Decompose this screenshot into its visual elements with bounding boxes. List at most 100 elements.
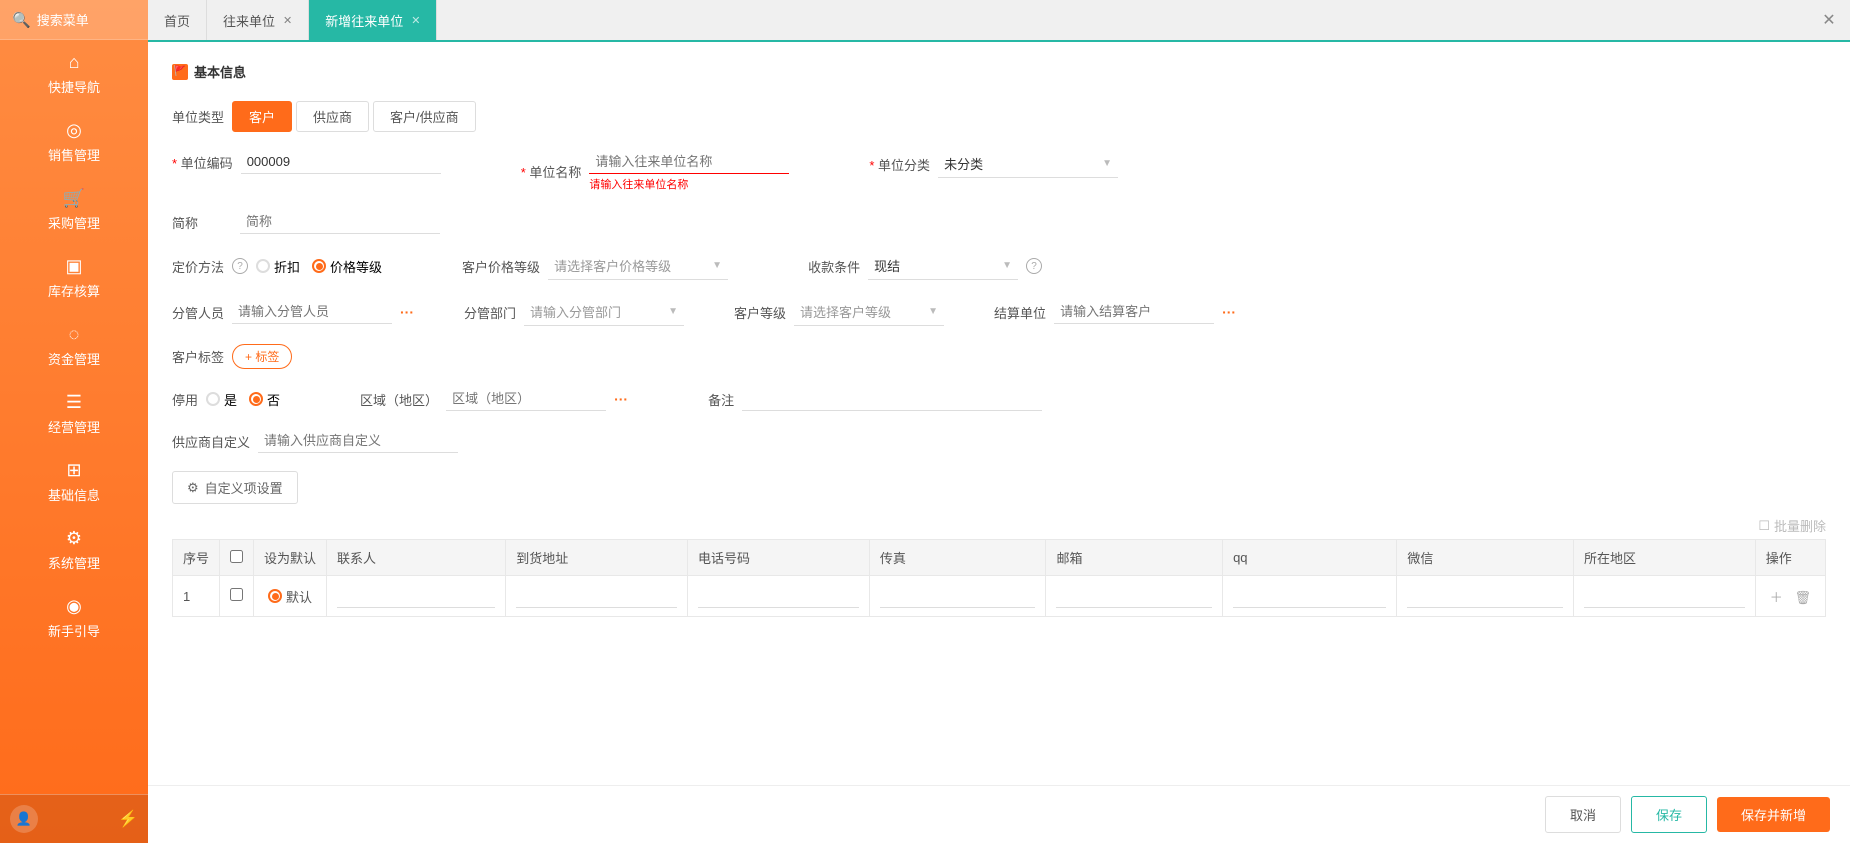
region-group: 区域（地区） ··· — [360, 387, 628, 411]
row-fax[interactable] — [869, 576, 1046, 617]
tab-contacts[interactable]: 往来单位 ✕ — [207, 0, 309, 40]
row-region[interactable] — [1573, 576, 1755, 617]
pricing-help-icon[interactable]: ? — [232, 258, 248, 274]
col-default: 设为默认 — [254, 540, 327, 576]
sidebar-item-basic[interactable]: ⊞ 基础信息 — [0, 448, 148, 516]
tab-new-contact[interactable]: 新增往来单位 ✕ — [309, 0, 437, 40]
add-tag-button[interactable]: + 标签 — [232, 344, 292, 369]
manager-more-icon[interactable]: ··· — [400, 304, 414, 320]
manager-input[interactable] — [232, 300, 392, 324]
unit-code-input[interactable] — [241, 150, 441, 174]
col-contact: 联系人 — [327, 540, 506, 576]
sidebar-item-purchase[interactable]: 🛒 采购管理 — [0, 176, 148, 244]
row-region-input[interactable] — [1584, 584, 1745, 608]
sidebar-item-label: 库存核算 — [48, 281, 100, 300]
tab-home-label: 首页 — [164, 11, 190, 30]
short-name-input[interactable] — [240, 210, 440, 234]
region-label: 区域（地区） — [360, 390, 438, 409]
row-email[interactable] — [1046, 576, 1223, 617]
disabled-yes-radio[interactable]: 是 — [206, 390, 237, 409]
department-select[interactable]: 请输入分管部门 ▼ — [524, 298, 684, 326]
save-button[interactable]: 保存 — [1631, 796, 1707, 833]
pricing-level-radio[interactable]: 价格等级 — [312, 257, 382, 276]
avatar: 👤 — [10, 805, 38, 833]
col-check — [220, 540, 254, 576]
price-level-radio-circle — [312, 259, 326, 273]
unit-name-input[interactable] — [589, 150, 789, 174]
tab-home[interactable]: 首页 — [148, 0, 207, 40]
disabled-label: 停用 — [172, 390, 198, 409]
main-area: 首页 往来单位 ✕ 新增往来单位 ✕ ✕ 🚩 基本信息 单位类型 客户 供应商 — [148, 0, 1850, 843]
address-input[interactable] — [516, 584, 677, 608]
save-and-new-button[interactable]: 保存并新增 — [1717, 797, 1830, 832]
sidebar-item-inventory[interactable]: ▣ 库存核算 — [0, 244, 148, 312]
sidebar-item-system[interactable]: ⚙ 系统管理 — [0, 516, 148, 584]
disabled-region-row: 停用 是 否 区域（地区） ··· 备注 — [172, 387, 1826, 411]
row-phone[interactable] — [688, 576, 870, 617]
row-checkbox[interactable] — [230, 588, 243, 601]
customer-level-select[interactable]: 请选择客户等级 ▼ — [794, 298, 944, 326]
sidebar-item-operations[interactable]: ☰ 经营管理 — [0, 380, 148, 448]
contact-table: 序号 设为默认 联系人 到货地址 电话号码 传真 邮箱 qq 微信 所在地区 操… — [172, 539, 1826, 617]
delete-row-btn[interactable]: 🗑 — [1790, 588, 1815, 607]
payment-terms-select[interactable]: 现结 ▼ — [868, 252, 1018, 280]
yes-radio-circle — [206, 392, 220, 406]
sidebar-item-sales[interactable]: ◎ 销售管理 — [0, 108, 148, 176]
pricing-discount-radio[interactable]: 折扣 — [256, 257, 300, 276]
supplier-custom-label: 供应商自定义 — [172, 432, 250, 451]
row-address[interactable] — [506, 576, 688, 617]
unit-name-with-error: 请输入往来单位名称 — [589, 150, 789, 192]
row-qq[interactable] — [1223, 576, 1397, 617]
sidebar-item-guide[interactable]: ◉ 新手引导 — [0, 584, 148, 652]
close-contacts-icon[interactable]: ✕ — [283, 14, 292, 27]
email-input[interactable] — [1056, 584, 1212, 608]
col-action: 操作 — [1755, 540, 1825, 576]
customer-tag-label: 客户标签 — [172, 347, 224, 366]
row-default-radio[interactable]: 默认 — [264, 587, 316, 606]
row-wechat[interactable] — [1397, 576, 1574, 617]
contact-name-input[interactable] — [337, 584, 495, 608]
tabbar-close-button[interactable]: ✕ — [1808, 0, 1850, 40]
unit-type-customer-btn[interactable]: 客户 — [232, 101, 292, 132]
default-label: 默认 — [286, 587, 312, 606]
unit-type-label: 单位类型 — [172, 107, 224, 126]
cancel-button[interactable]: 取消 — [1545, 796, 1621, 833]
settlement-more-icon[interactable]: ··· — [1222, 304, 1236, 320]
unit-category-select[interactable]: 未分类 ▼ — [938, 150, 1118, 178]
custom-settings-button[interactable]: ⚙ 自定义项设置 — [172, 471, 298, 504]
select-all-checkbox[interactable] — [230, 550, 243, 563]
unit-code-name-row: 单位编码 单位名称 请输入往来单位名称 单位分类 未分类 ▼ — [172, 150, 1826, 192]
unit-type-group-container: 单位类型 客户 供应商 客户/供应商 — [172, 101, 476, 132]
disabled-group: 停用 是 否 — [172, 390, 280, 409]
batch-delete-label[interactable]: 批量删除 — [1774, 516, 1826, 535]
inventory-icon: ▣ — [65, 256, 82, 277]
customer-price-level-select[interactable]: 请选择客户价格等级 ▼ — [548, 252, 728, 280]
chevron-down-price-icon: ▼ — [712, 260, 722, 271]
settlement-unit-group: 结算单位 ··· — [994, 300, 1236, 324]
short-name-label: 简称 — [172, 213, 232, 232]
close-new-contact-icon[interactable]: ✕ — [411, 14, 420, 27]
sidebar-item-quick-nav[interactable]: ⌂ 快捷导航 — [0, 40, 148, 108]
tab-new-contact-label: 新增往来单位 — [325, 11, 403, 30]
row-contact-name[interactable] — [327, 576, 506, 617]
unit-category-value: 未分类 — [944, 154, 1096, 173]
settlement-unit-input[interactable] — [1054, 300, 1214, 324]
fax-input[interactable] — [880, 584, 1036, 608]
qq-input[interactable] — [1233, 584, 1386, 608]
unit-type-both-btn[interactable]: 客户/供应商 — [373, 101, 476, 132]
sidebar-item-finance[interactable]: ◌ 资金管理 — [0, 312, 148, 380]
phone-input[interactable] — [698, 584, 859, 608]
unit-type-supplier-btn[interactable]: 供应商 — [296, 101, 369, 132]
wechat-input[interactable] — [1407, 584, 1563, 608]
supplier-custom-input[interactable] — [258, 429, 458, 453]
add-row-btn[interactable]: ＋ — [1766, 588, 1787, 607]
region-more-icon[interactable]: ··· — [614, 391, 628, 407]
payment-help-icon[interactable]: ? — [1026, 258, 1042, 274]
search-menu-button[interactable]: 🔍 搜索菜单 — [0, 0, 148, 40]
unit-name-error-msg: 请输入往来单位名称 — [589, 176, 789, 192]
remark-input[interactable] — [742, 387, 1042, 411]
disabled-no-radio[interactable]: 否 — [249, 390, 280, 409]
col-wechat: 微信 — [1397, 540, 1574, 576]
region-input[interactable] — [446, 387, 606, 411]
col-region: 所在地区 — [1573, 540, 1755, 576]
